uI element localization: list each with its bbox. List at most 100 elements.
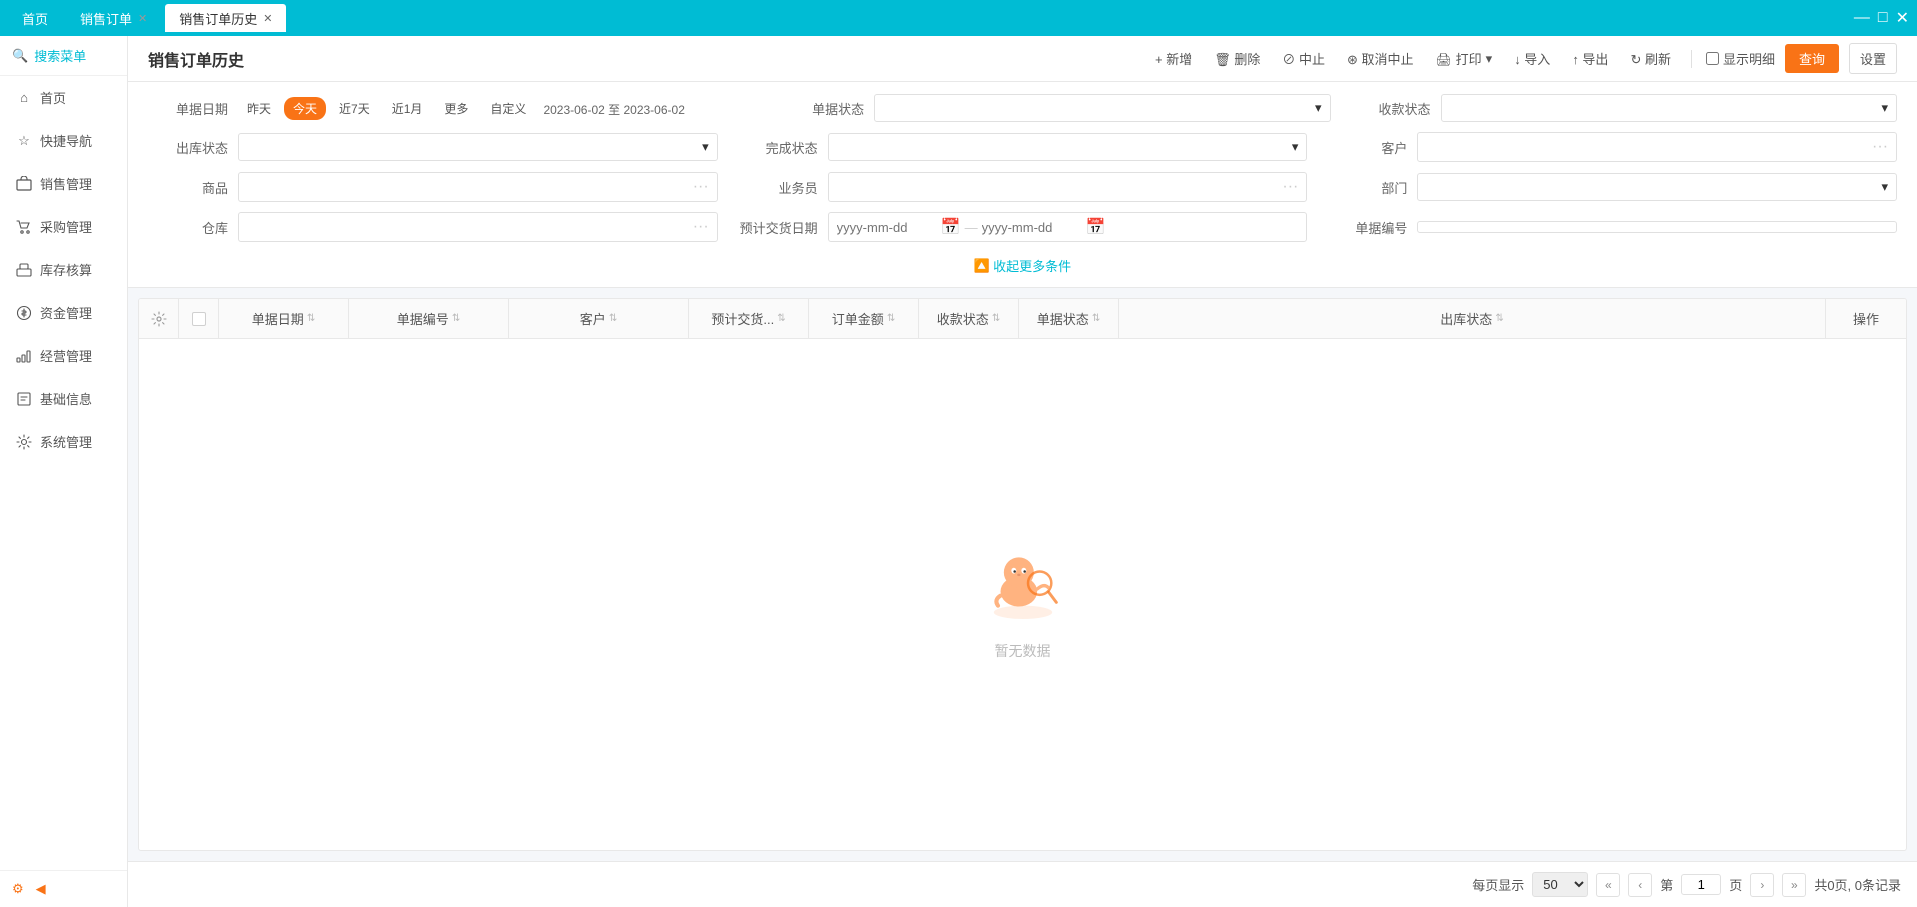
sidebar-item-operations[interactable]: 经营管理 xyxy=(0,334,127,377)
doc-date-control: 昨天 今天 近7天 近1月 更多 自定义 2023-06-02 至 2023-0… xyxy=(238,97,764,120)
sort-customer-icon[interactable]: ⇅ xyxy=(609,313,617,324)
sort-amount-icon[interactable]: ⇅ xyxy=(887,313,895,324)
th-pay-status[interactable]: 收款状态 ⇅ xyxy=(919,299,1019,338)
current-page-input[interactable] xyxy=(1681,874,1721,895)
sidebar-item-quicknav[interactable]: ☆ 快捷导航 xyxy=(0,119,127,162)
query-button[interactable]: 查询 xyxy=(1785,44,1839,73)
out-status-dropdown-icon: ▾ xyxy=(702,139,709,155)
customer-select[interactable]: ··· xyxy=(1417,132,1897,162)
th-customer[interactable]: 客户 ⇅ xyxy=(509,299,689,338)
tab-sales-history[interactable]: 销售订单历史 ✕ xyxy=(165,4,286,32)
sidebar-item-home[interactable]: ⌂ 首页 xyxy=(0,76,127,119)
print-button[interactable]: 🖨 打印 ▾ xyxy=(1430,45,1499,72)
toolbar-divider xyxy=(1691,50,1692,68)
sort-doc-date-icon[interactable]: ⇅ xyxy=(307,313,315,324)
refresh-button[interactable]: ↻ 刷新 xyxy=(1624,45,1677,72)
expected-date-to[interactable] xyxy=(982,220,1082,235)
sidebar-item-inventory[interactable]: 库存核算 xyxy=(0,248,127,291)
maximize-icon[interactable]: □ xyxy=(1878,9,1888,27)
settings-bottom-icon[interactable]: ⚙ xyxy=(12,881,24,897)
date-to-calendar-icon[interactable]: 📅 xyxy=(1086,217,1106,237)
export-button[interactable]: ↑ 导出 xyxy=(1566,45,1614,72)
sidebar-item-system[interactable]: 系统管理 xyxy=(0,420,127,463)
th-settings[interactable] xyxy=(139,299,179,338)
btn-more[interactable]: 更多 xyxy=(435,97,477,120)
collapse-btn[interactable]: 🔼 收起更多条件 xyxy=(974,256,1071,275)
sidebar-item-purchase-label: 采购管理 xyxy=(40,217,92,236)
sidebar-item-purchase[interactable]: 采购管理 xyxy=(0,205,127,248)
th-doc-status[interactable]: 单据状态 ⇅ xyxy=(1019,299,1119,338)
doc-status-dropdown-icon: ▾ xyxy=(1315,100,1322,116)
sort-doc-no-icon[interactable]: ⇅ xyxy=(452,313,460,324)
th-out-status[interactable]: 出库状态 ⇅ xyxy=(1119,299,1826,338)
sidebar-item-sales[interactable]: 销售管理 xyxy=(0,162,127,205)
tab-home[interactable]: 首页 xyxy=(8,4,62,32)
th-checkbox[interactable] xyxy=(179,299,219,338)
th-doc-date[interactable]: 单据日期 ⇅ xyxy=(219,299,349,338)
delete-button[interactable]: 🗑 删除 xyxy=(1208,45,1266,72)
next-page-btn[interactable]: › xyxy=(1750,873,1774,897)
stop-button[interactable]: ⊘ 中止 xyxy=(1276,45,1331,72)
btn-yesterday[interactable]: 昨天 xyxy=(238,97,280,120)
collapse-sidebar-icon[interactable]: ◀ xyxy=(36,881,46,897)
cancel-stop-button[interactable]: ⊛ 取消中止 xyxy=(1341,45,1420,72)
sidebar-item-finance-label: 资金管理 xyxy=(40,303,92,322)
salesperson-dots-icon[interactable]: ··· xyxy=(1282,178,1298,196)
filter-row-4: 仓库 ··· 预计交货日期 📅 — 📅 单据编号 xyxy=(148,212,1897,242)
btn-7days[interactable]: 近7天 xyxy=(330,97,379,120)
sidebar-search[interactable]: 🔍 搜索菜单 xyxy=(0,36,127,76)
th-doc-no[interactable]: 单据编号 ⇅ xyxy=(349,299,509,338)
salesperson-select[interactable]: ··· xyxy=(828,172,1308,202)
warehouse-dots-icon[interactable]: ··· xyxy=(693,218,709,236)
warehouse-label: 仓库 xyxy=(148,218,238,237)
warehouse-select[interactable]: ··· xyxy=(238,212,718,242)
doc-number-input[interactable] xyxy=(1417,221,1897,233)
date-from-calendar-icon[interactable]: 📅 xyxy=(941,217,961,237)
date-separator: — xyxy=(965,220,978,235)
payment-status-select[interactable]: ▾ xyxy=(1441,94,1897,122)
import-label: ↓ 导入 xyxy=(1514,49,1550,68)
sidebar-item-finance[interactable]: 资金管理 xyxy=(0,291,127,334)
sort-delivery-icon[interactable]: ⇅ xyxy=(777,313,785,324)
doc-status-select[interactable]: ▾ xyxy=(874,94,1330,122)
print-dropdown-icon[interactable]: ▾ xyxy=(1486,51,1493,67)
page-size-select[interactable]: 50 10 20 100 xyxy=(1532,872,1588,897)
show-detail-checkbox[interactable]: 显示明细 xyxy=(1706,49,1775,68)
sidebar-item-basic[interactable]: 基础信息 xyxy=(0,377,127,420)
select-all-checkbox[interactable] xyxy=(192,312,206,326)
sidebar-item-inventory-label: 库存核算 xyxy=(40,260,92,279)
sidebar-item-sales-label: 销售管理 xyxy=(40,174,92,193)
out-status-select[interactable]: ▾ xyxy=(238,133,718,161)
customer-dots-icon[interactable]: ··· xyxy=(1872,138,1888,156)
sort-pay-status-icon[interactable]: ⇅ xyxy=(992,313,1000,324)
th-delivery[interactable]: 预计交货... ⇅ xyxy=(689,299,809,338)
complete-status-select[interactable]: ▾ xyxy=(828,133,1308,161)
close-sales-order-icon[interactable]: ✕ xyxy=(138,12,147,25)
btn-1month[interactable]: 近1月 xyxy=(383,97,432,120)
minimize-icon[interactable]: — xyxy=(1854,9,1870,27)
close-sales-history-icon[interactable]: ✕ xyxy=(263,12,272,25)
last-page-btn[interactable]: » xyxy=(1782,873,1806,897)
first-page-btn[interactable]: « xyxy=(1596,873,1620,897)
btn-custom[interactable]: 自定义 xyxy=(481,97,535,120)
goods-dots-icon[interactable]: ··· xyxy=(693,178,709,196)
dept-select[interactable]: ▾ xyxy=(1417,173,1897,201)
new-button[interactable]: + 新增 xyxy=(1149,45,1198,72)
sort-doc-status-icon[interactable]: ⇅ xyxy=(1092,313,1100,324)
prev-page-btn[interactable]: ‹ xyxy=(1628,873,1652,897)
tab-sales-order[interactable]: 销售订单 ✕ xyxy=(66,4,161,32)
payment-status-dropdown-icon: ▾ xyxy=(1881,100,1888,116)
import-button[interactable]: ↓ 导入 xyxy=(1508,45,1556,72)
close-window-icon[interactable]: ✕ xyxy=(1896,8,1909,28)
th-operation-label: 操作 xyxy=(1853,309,1879,328)
show-detail-input[interactable] xyxy=(1706,52,1719,65)
th-pay-status-label: 收款状态 xyxy=(937,309,989,328)
goods-label: 商品 xyxy=(148,178,238,197)
expected-date-from[interactable] xyxy=(837,220,937,235)
sort-out-status-icon[interactable]: ⇅ xyxy=(1495,313,1503,324)
btn-today[interactable]: 今天 xyxy=(284,97,326,120)
goods-select[interactable]: ··· xyxy=(238,172,718,202)
th-amount[interactable]: 订单金额 ⇅ xyxy=(809,299,919,338)
search-icon: 🔍 xyxy=(12,48,28,64)
settings-button[interactable]: 设置 xyxy=(1849,43,1897,74)
